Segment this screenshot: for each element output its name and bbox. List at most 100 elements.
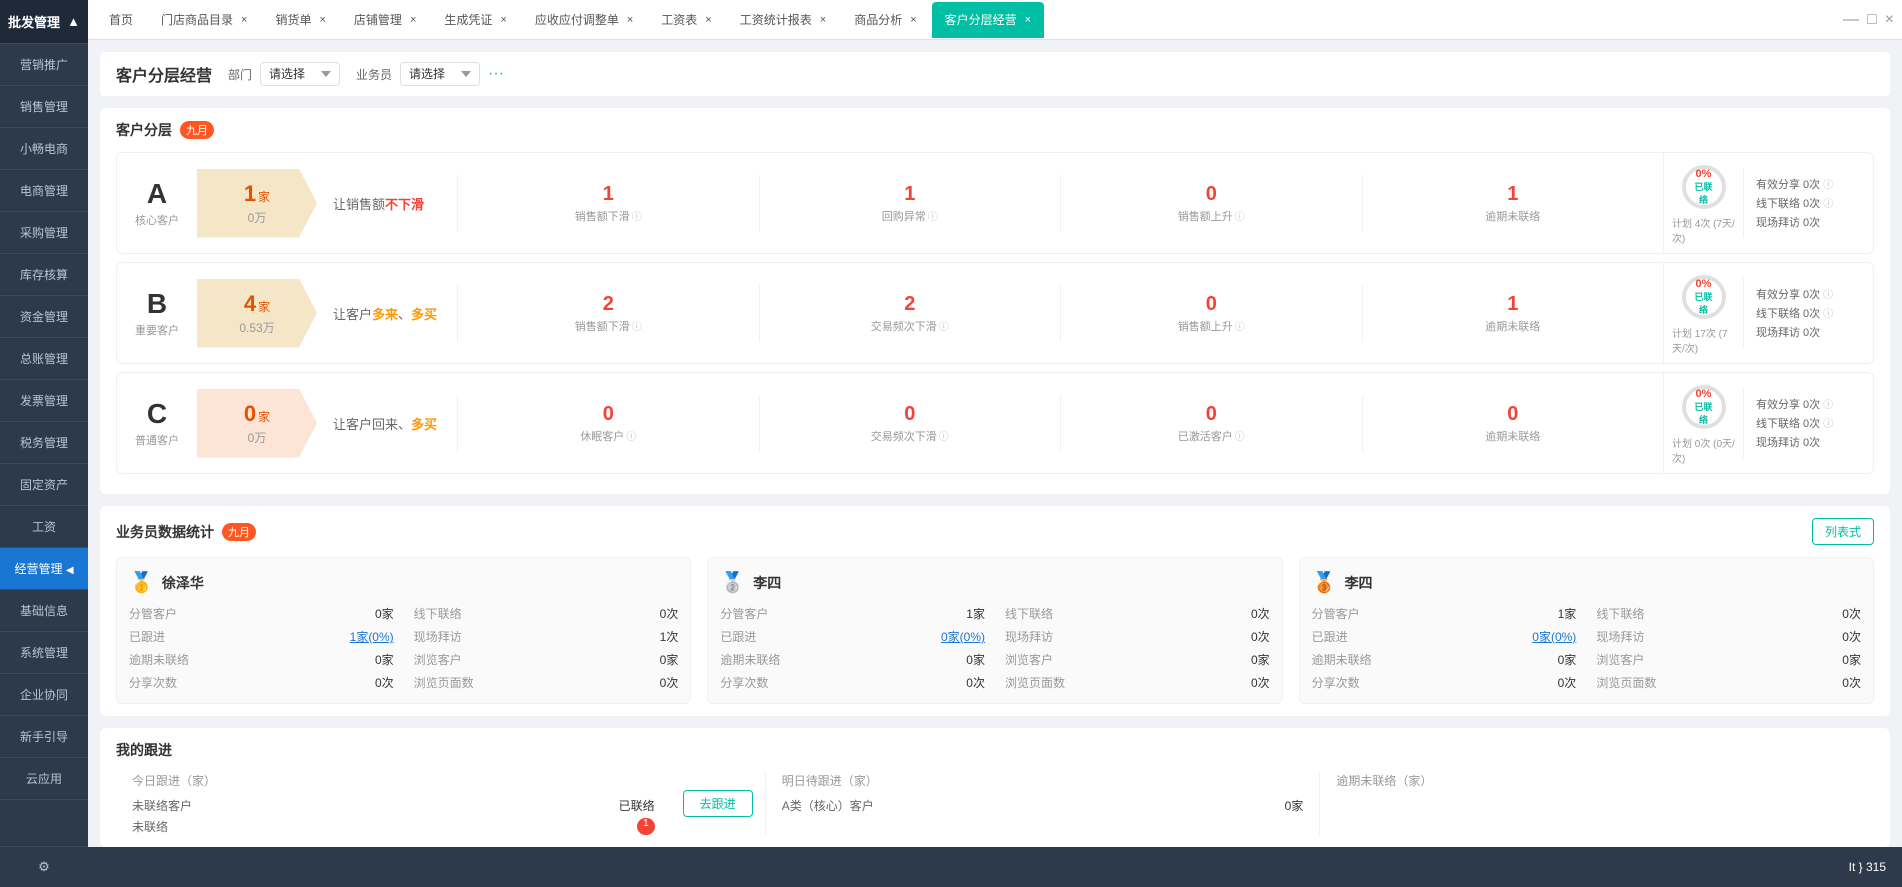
info-icon: ⓘ: [632, 208, 642, 223]
stat-num: 1: [904, 183, 915, 206]
stat-label: 逾期未联络: [1485, 428, 1540, 444]
tab-sales-order[interactable]: 销货单 ×: [262, 2, 338, 38]
stat-label: 销售额上升 ⓘ: [1178, 208, 1245, 224]
dept-select[interactable]: 请选择: [260, 62, 340, 86]
sidebar-item-固定资产[interactable]: 固定资产: [0, 464, 88, 506]
info-icon: ⓘ: [1823, 199, 1833, 210]
tab-goods-analysis[interactable]: 商品分析 ×: [841, 2, 929, 38]
sidebar-item-采购管理[interactable]: 采购管理: [0, 212, 88, 254]
tier-a-stat-3[interactable]: 0 销售额上升 ⓘ: [1060, 175, 1362, 232]
stat-value[interactable]: 1家: [966, 605, 985, 622]
right-stat-offline: 线下联络 0次 ⓘ: [1756, 415, 1861, 431]
tier-a-count: 1: [244, 181, 256, 207]
followup-section: 我的跟进 今日跟进（家） 未联络客户 已联络 未联络 1: [100, 728, 1890, 847]
stat-value-link[interactable]: 1家(0%): [350, 628, 394, 645]
close-window-icon[interactable]: ×: [1885, 11, 1894, 29]
tab-payroll[interactable]: 工资表 ×: [648, 2, 724, 38]
sales-month-badge: 九月: [222, 523, 256, 541]
tier-c-stat-3[interactable]: 0 已激活客户 ⓘ: [1060, 395, 1362, 452]
tab-receivables[interactable]: 应收应付调整单 ×: [522, 2, 646, 38]
tab-store-mgmt[interactable]: 店铺管理 ×: [341, 2, 429, 38]
stat-value[interactable]: 0家: [1251, 651, 1270, 668]
sidebar-item-企业协同[interactable]: 企业协同: [0, 674, 88, 716]
sidebar-collapse-icon[interactable]: ▲: [67, 14, 80, 29]
close-icon[interactable]: ×: [241, 14, 247, 26]
tier-b-count-box[interactable]: 4 家 0.53万: [197, 279, 317, 348]
close-icon[interactable]: ×: [910, 14, 916, 26]
sidebar-item-基础信息[interactable]: 基础信息: [0, 590, 88, 632]
stat-value[interactable]: 0家: [660, 651, 679, 668]
tier-a-unit: 家: [258, 188, 270, 205]
tab-home[interactable]: 首页: [96, 2, 146, 38]
sales-select[interactable]: 请选择: [400, 62, 480, 86]
tab-voucher[interactable]: 生成凭证 ×: [431, 2, 519, 38]
sidebar-item-系统管理[interactable]: 系统管理: [0, 632, 88, 674]
sidebar-item-小畅电商[interactable]: 小畅电商: [0, 128, 88, 170]
close-icon[interactable]: ×: [500, 14, 506, 26]
stat-value[interactable]: 0家: [375, 605, 394, 622]
tier-a-stat-2[interactable]: 1 回购异常 ⓘ: [759, 175, 1061, 232]
close-icon[interactable]: ×: [410, 14, 416, 26]
sidebar-item-资金管理[interactable]: 资金管理: [0, 296, 88, 338]
tab-customer-tier[interactable]: 客户分层经营 ×: [932, 2, 1044, 38]
tier-b-stat-1[interactable]: 2 销售额下滑 ⓘ: [457, 285, 759, 342]
tier-a-stat-4[interactable]: 1 逾期未联络: [1362, 175, 1664, 232]
sidebar-item-经营管理[interactable]: 经营管理 ◀: [0, 548, 88, 590]
minimize-icon[interactable]: —: [1843, 11, 1859, 29]
circle-center: 0% 已联络: [1691, 168, 1717, 206]
stat-value-link[interactable]: 0家(0%): [941, 628, 985, 645]
tier-row-c: C 普通客户 0 家 0万 让客户回来、多买 0 休眠客户 ⓘ: [116, 372, 1874, 474]
row-value: 0家: [1285, 797, 1304, 814]
tab-payroll-report[interactable]: 工资统计报表 ×: [727, 2, 839, 38]
tier-c-stat-2[interactable]: 0 交易频次下滑 ⓘ: [759, 395, 1061, 452]
tier-c-stat-4[interactable]: 0 逾期未联络: [1362, 395, 1664, 452]
stat-value-link[interactable]: 0家(0%): [1532, 628, 1576, 645]
stat-label: 现场拜访: [414, 628, 462, 645]
ellipsis-button[interactable]: ···: [488, 65, 504, 83]
maximize-icon[interactable]: □: [1867, 11, 1877, 29]
tier-c-letter: C: [147, 398, 167, 430]
tier-c-stat-1[interactable]: 0 休眠客户 ⓘ: [457, 395, 759, 452]
tab-products[interactable]: 门店商品目录 ×: [148, 2, 260, 38]
sidebar-item-label: 工资: [32, 520, 56, 534]
goto-btn-col: 去跟进: [671, 772, 765, 835]
row-value: 已联络: [619, 797, 655, 814]
sidebar-item-总账管理[interactable]: 总账管理: [0, 338, 88, 380]
tier-c-count-box[interactable]: 0 家 0万: [197, 389, 317, 458]
sidebar-settings[interactable]: ⚙: [0, 846, 88, 887]
sidebar-item-库存核算[interactable]: 库存核算: [0, 254, 88, 296]
tier-b-stat-3[interactable]: 0 销售额上升 ⓘ: [1060, 285, 1362, 342]
row-label: 未联络客户: [132, 797, 192, 814]
tier-a-count-box[interactable]: 1 家 0万: [197, 169, 317, 238]
sidebar-item-工资[interactable]: 工资: [0, 506, 88, 548]
stat-value[interactable]: 0家: [375, 651, 394, 668]
close-icon[interactable]: ×: [820, 14, 826, 26]
stat-value[interactable]: 0家: [1842, 651, 1861, 668]
tier-b-stat-4[interactable]: 1 逾期未联络: [1362, 285, 1664, 342]
stat-value[interactable]: 1家: [1558, 605, 1577, 622]
stat-value[interactable]: 0家: [966, 651, 985, 668]
sp-stat: 分享次数 0次: [1312, 674, 1577, 691]
tier-b-stat-2[interactable]: 2 交易频次下滑 ⓘ: [759, 285, 1061, 342]
list-view-button[interactable]: 列表式: [1812, 518, 1874, 545]
sp-stat: 逾期未联络 0家: [129, 651, 394, 668]
close-icon[interactable]: ×: [705, 14, 711, 26]
goto-followup-button[interactable]: 去跟进: [683, 790, 753, 817]
sidebar-item-发票管理[interactable]: 发票管理: [0, 380, 88, 422]
sidebar-item-电商管理[interactable]: 电商管理: [0, 170, 88, 212]
sidebar-item-营销推广[interactable]: 营销推广: [0, 44, 88, 86]
sidebar-item-新手引导[interactable]: 新手引导: [0, 716, 88, 758]
tier-a-stat-1[interactable]: 1 销售额下滑 ⓘ: [457, 175, 759, 232]
close-icon[interactable]: ×: [1025, 14, 1031, 26]
close-icon[interactable]: ×: [319, 14, 325, 26]
stat-label: 浏览页面数: [1005, 674, 1065, 691]
sidebar-item-云应用[interactable]: 云应用: [0, 758, 88, 800]
stat-label: 已跟进: [1312, 628, 1348, 645]
sidebar-item-税务管理[interactable]: 税务管理: [0, 422, 88, 464]
info-icon: ⓘ: [632, 318, 642, 333]
stat-value: 0次: [660, 674, 679, 691]
sidebar-item-销售管理[interactable]: 销售管理: [0, 86, 88, 128]
close-icon[interactable]: ×: [627, 14, 633, 26]
sp-name-1: 徐泽华: [162, 573, 204, 593]
stat-value[interactable]: 0家: [1558, 651, 1577, 668]
